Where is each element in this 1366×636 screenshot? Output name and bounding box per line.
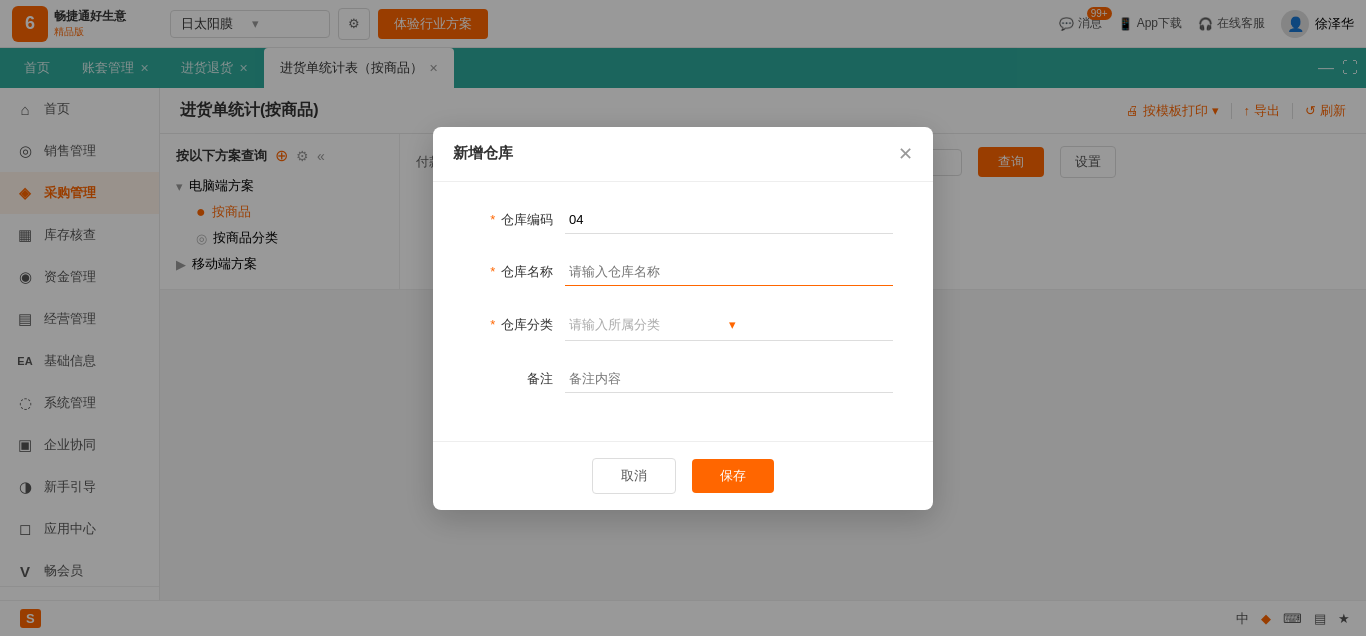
warehouse-code-row: * 仓库编码 [473, 206, 893, 234]
modal-overlay: 新增仓库 ✕ * 仓库编码 * 仓库名称 [0, 0, 1366, 636]
warehouse-code-label: * 仓库编码 [473, 211, 553, 229]
required-star-2: * [490, 264, 495, 279]
save-button[interactable]: 保存 [692, 459, 774, 493]
warehouse-category-label: * 仓库分类 [473, 316, 553, 334]
modal-header: 新增仓库 ✕ [433, 127, 933, 182]
warehouse-category-placeholder: 请输入所属分类 [569, 316, 729, 334]
modal-title: 新增仓库 [453, 144, 513, 163]
required-star-3: * [490, 317, 495, 332]
warehouse-name-row: * 仓库名称 [473, 258, 893, 286]
warehouse-category-select[interactable]: 请输入所属分类 ▾ [565, 310, 893, 341]
warehouse-category-row: * 仓库分类 请输入所属分类 ▾ [473, 310, 893, 341]
required-star-1: * [490, 212, 495, 227]
add-warehouse-modal: 新增仓库 ✕ * 仓库编码 * 仓库名称 [433, 127, 933, 510]
warehouse-remark-label: 备注 [473, 370, 553, 388]
warehouse-code-input[interactable] [565, 206, 893, 234]
warehouse-name-label: * 仓库名称 [473, 263, 553, 281]
warehouse-remark-input[interactable] [565, 365, 893, 393]
modal-close-button[interactable]: ✕ [898, 143, 913, 165]
modal-footer: 取消 保存 [433, 441, 933, 510]
dropdown-arrow-icon: ▾ [729, 317, 889, 332]
warehouse-name-input[interactable] [565, 258, 893, 286]
warehouse-remark-row: 备注 [473, 365, 893, 393]
modal-body: * 仓库编码 * 仓库名称 * 仓库分类 请输入所属 [433, 182, 933, 441]
cancel-button[interactable]: 取消 [592, 458, 676, 494]
